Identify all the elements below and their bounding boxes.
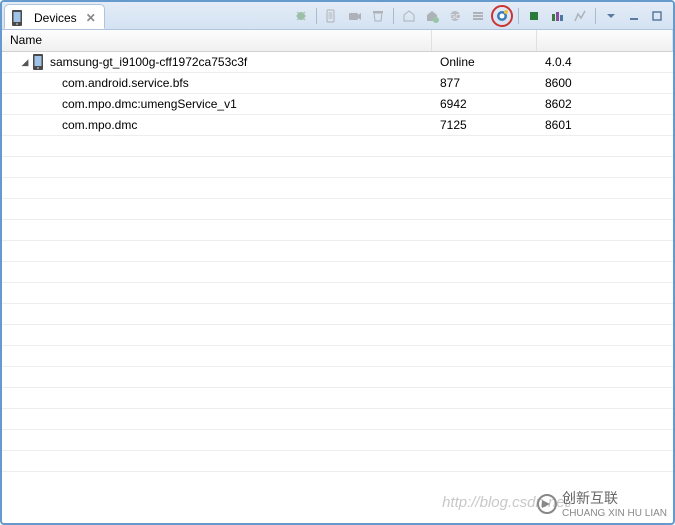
svg-text:GC: GC — [450, 14, 461, 21]
cell-col3: 4.0.4 — [537, 53, 673, 71]
devices-tab[interactable]: Devices ✕ — [4, 4, 105, 29]
table-row[interactable]: ◢ samsung-gt_i9100g-cff1972ca753c3f Online… — [2, 52, 673, 73]
minimize-icon[interactable] — [624, 6, 644, 26]
cell-name: com.mpo.dmc — [2, 116, 432, 134]
dump-hprof-icon[interactable] — [422, 6, 442, 26]
cell-col3: 8600 — [537, 74, 673, 92]
table-row — [2, 409, 673, 430]
cell-name: com.android.service.bfs — [2, 74, 432, 92]
camera-icon[interactable] — [345, 6, 365, 26]
separator — [316, 8, 317, 24]
phone-icon — [32, 54, 44, 70]
cell-col2: 877 — [432, 74, 537, 92]
table-row — [2, 220, 673, 241]
update-threads-icon[interactable] — [468, 6, 488, 26]
separator — [393, 8, 394, 24]
table-row[interactable]: com.mpo.dmc 71258601 — [2, 115, 673, 136]
row-name-text: samsung-gt_i9100g-cff1972ca753c3f — [50, 55, 247, 69]
table-row — [2, 136, 673, 157]
cell-col2: Online — [432, 53, 537, 71]
table-row — [2, 367, 673, 388]
debug-icon[interactable] — [291, 6, 311, 26]
cell-col3: 8601 — [537, 116, 673, 134]
table-row — [2, 325, 673, 346]
table-row — [2, 304, 673, 325]
cell-col2: 7125 — [432, 116, 537, 134]
systrace-icon[interactable] — [570, 6, 590, 26]
header-col2[interactable] — [432, 30, 537, 51]
cell-name: com.mpo.dmc:umengService_v1 — [2, 95, 432, 113]
tab-close-icon[interactable]: ✕ — [86, 11, 96, 25]
cell-col2: 6942 — [432, 95, 537, 113]
devices-panel: Devices ✕ GC Name ◢s — [0, 0, 675, 525]
table-row — [2, 430, 673, 451]
table-row — [2, 262, 673, 283]
table-row[interactable]: com.mpo.dmc:umengService_v1 69428602 — [2, 94, 673, 115]
table-row — [2, 283, 673, 304]
update-heap-icon[interactable] — [399, 6, 419, 26]
table-row — [2, 388, 673, 409]
toolbar: GC — [105, 2, 673, 29]
row-name-text: com.android.service.bfs — [62, 76, 189, 90]
table-row[interactable]: com.android.service.bfs 8778600 — [2, 73, 673, 94]
phone-icon — [11, 10, 23, 26]
header-col3[interactable] — [537, 30, 673, 51]
expander-icon[interactable]: ◢ — [20, 57, 30, 68]
trash-icon[interactable] — [368, 6, 388, 26]
header-name[interactable]: Name — [2, 30, 432, 51]
table-row — [2, 241, 673, 262]
table-row — [2, 346, 673, 367]
view-menu-icon[interactable] — [601, 6, 621, 26]
table-row — [2, 178, 673, 199]
gc-icon[interactable]: GC — [445, 6, 465, 26]
cell-col3: 8602 — [537, 95, 673, 113]
maximize-icon[interactable] — [647, 6, 667, 26]
separator — [518, 8, 519, 24]
row-name-text: com.mpo.dmc:umengService_v1 — [62, 97, 237, 111]
table-header: Name — [2, 30, 673, 52]
row-name-text: com.mpo.dmc — [62, 118, 137, 132]
tab-title: Devices — [34, 11, 77, 25]
separator — [595, 8, 596, 24]
table-row — [2, 451, 673, 472]
cell-name: ◢ samsung-gt_i9100g-cff1972ca753c3f — [2, 52, 432, 72]
titlebar: Devices ✕ GC — [2, 2, 673, 30]
table-row — [2, 199, 673, 220]
screenshot-icon[interactable] — [322, 6, 342, 26]
stop-icon[interactable] — [524, 6, 544, 26]
table-row — [2, 157, 673, 178]
hierarchy-icon[interactable] — [547, 6, 567, 26]
method-profiling-icon[interactable] — [491, 5, 513, 27]
device-tree[interactable]: ◢ samsung-gt_i9100g-cff1972ca753c3f Online… — [2, 52, 673, 513]
